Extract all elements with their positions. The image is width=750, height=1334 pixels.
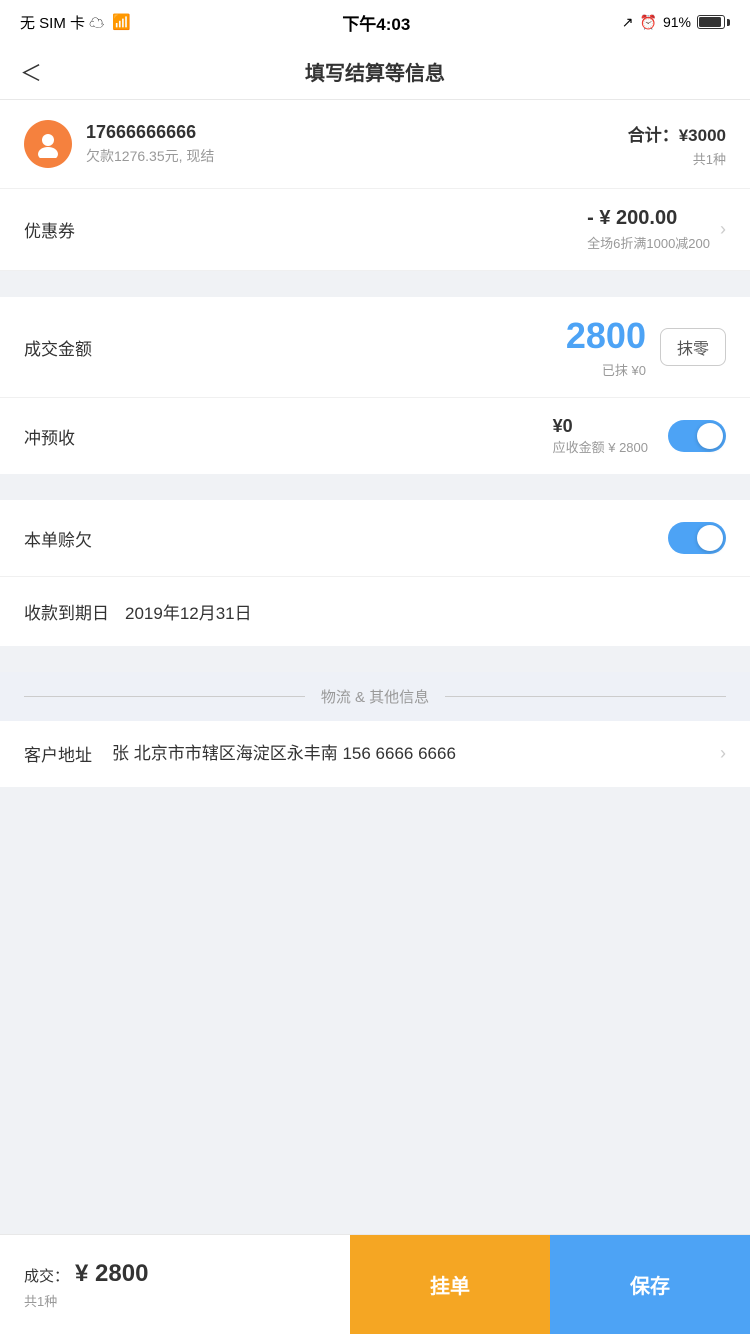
user-info: 17666666666 欠款1276.35元, 现结	[86, 122, 214, 166]
status-left: 无 SIM 卡 ☁ 📶	[20, 12, 131, 33]
arrear-toggle[interactable]	[668, 522, 726, 554]
save-button[interactable]: 保存	[550, 1235, 750, 1334]
location-icon: ↗	[622, 14, 634, 31]
battery-icon	[697, 15, 730, 29]
header-line-right	[445, 696, 726, 697]
address-card: 客户地址 张 北京市市辖区海淀区永丰南 156 6666 6666 ›	[0, 721, 750, 787]
hang-button[interactable]: 挂单	[350, 1235, 550, 1334]
deal-amount-label: 成交金额	[24, 335, 92, 360]
bottom-buttons: 挂单 保存	[350, 1235, 750, 1334]
gray-divider-3	[0, 658, 750, 672]
round-button[interactable]: 抹零	[660, 328, 726, 366]
bottom-summary-top: 成交： ¥ 2800	[24, 1260, 326, 1288]
back-button[interactable]: ＜	[12, 48, 50, 96]
battery-percent: 91%	[663, 14, 691, 30]
bottom-count: 共1种	[24, 1291, 326, 1310]
status-bar: 无 SIM 卡 ☁ 📶 下午4:03 ↗ ⏰ 91%	[0, 0, 750, 44]
due-date-row: 收款到期日 2019年12月31日	[0, 576, 750, 646]
coupon-row[interactable]: 优惠券 - ¥ 200.00 全场6折满1000减200 ›	[0, 189, 750, 271]
user-row: 17666666666 欠款1276.35元, 现结 合计：¥3000 共1种	[0, 100, 750, 189]
user-right: 合计：¥3000 共1种	[628, 121, 726, 168]
user-left: 17666666666 欠款1276.35元, 现结	[24, 120, 214, 168]
user-info-card: 17666666666 欠款1276.35元, 现结 合计：¥3000 共1种 …	[0, 100, 750, 271]
bottom-bar: 成交： ¥ 2800 共1种 挂单 保存	[0, 1234, 750, 1334]
chevron-right-icon: ›	[720, 743, 726, 764]
chevron-right-icon: ›	[720, 219, 726, 240]
header-line-left	[24, 696, 305, 697]
user-total: 合计：¥3000	[628, 121, 726, 146]
advance-right: ¥0 应收金额 ¥ 2800	[553, 416, 726, 456]
address-row[interactable]: 客户地址 张 北京市市辖区海淀区永丰南 156 6666 6666 ›	[0, 721, 750, 787]
amount-card: 成交金额 2800 已抹 ¥0 抹零 冲预收 ¥0 应收金额 ¥ 2800	[0, 297, 750, 474]
advance-toggle[interactable]	[668, 420, 726, 452]
arrear-label: 本单赊欠	[24, 526, 92, 551]
advance-row: 冲预收 ¥0 应收金额 ¥ 2800	[0, 398, 750, 474]
logistics-header: 物流 & 其他信息	[0, 672, 750, 721]
gray-divider-2	[0, 486, 750, 500]
deal-amount-right: 2800 已抹 ¥0 抹零	[566, 315, 726, 379]
logistics-header-text: 物流 & 其他信息	[321, 686, 429, 707]
status-time: 下午4:03	[342, 10, 410, 35]
coupon-desc: 全场6折满1000减200	[587, 233, 710, 252]
user-phone: 17666666666	[86, 122, 214, 143]
arrear-card: 本单赊欠 收款到期日 2019年12月31日	[0, 500, 750, 646]
gray-divider-1	[0, 283, 750, 297]
empty-space	[0, 799, 750, 999]
status-right: ↗ ⏰ 91%	[622, 14, 730, 31]
user-count: 共1种	[628, 149, 726, 168]
deal-amount-row: 成交金额 2800 已抹 ¥0 抹零	[0, 297, 750, 398]
avatar	[24, 120, 72, 168]
due-date-label: 收款到期日	[24, 599, 109, 624]
address-value: 张 北京市市辖区海淀区永丰南 156 6666 6666	[112, 741, 704, 767]
advance-label: 冲预收	[24, 424, 75, 449]
bottom-deal-label: 成交：	[24, 1265, 69, 1286]
coupon-label: 优惠券	[24, 217, 75, 242]
page-title: 填写结算等信息	[305, 57, 445, 86]
bottom-summary: 成交： ¥ 2800 共1种	[0, 1260, 350, 1310]
address-label: 客户地址	[24, 741, 96, 766]
user-sub: 欠款1276.35元, 现结	[86, 146, 214, 166]
advance-amount: ¥0	[553, 416, 648, 437]
advance-sub: 应收金额 ¥ 2800	[553, 437, 648, 456]
alarm-icon: ⏰	[640, 14, 657, 31]
deal-amount-sub: 已抹 ¥0	[566, 360, 646, 379]
main-content: 17666666666 欠款1276.35元, 现结 合计：¥3000 共1种 …	[0, 100, 750, 1099]
coupon-amount: - ¥ 200.00	[587, 207, 710, 230]
wifi-icon: 📶	[112, 13, 131, 31]
bottom-deal-amount: ¥ 2800	[75, 1260, 148, 1288]
nav-bar: ＜ 填写结算等信息	[0, 44, 750, 100]
due-date-value: 2019年12月31日	[125, 599, 252, 624]
deal-amount-value: 2800	[566, 315, 646, 357]
arrear-row: 本单赊欠	[0, 500, 750, 576]
sim-label: 无 SIM 卡 ☁	[20, 12, 104, 33]
